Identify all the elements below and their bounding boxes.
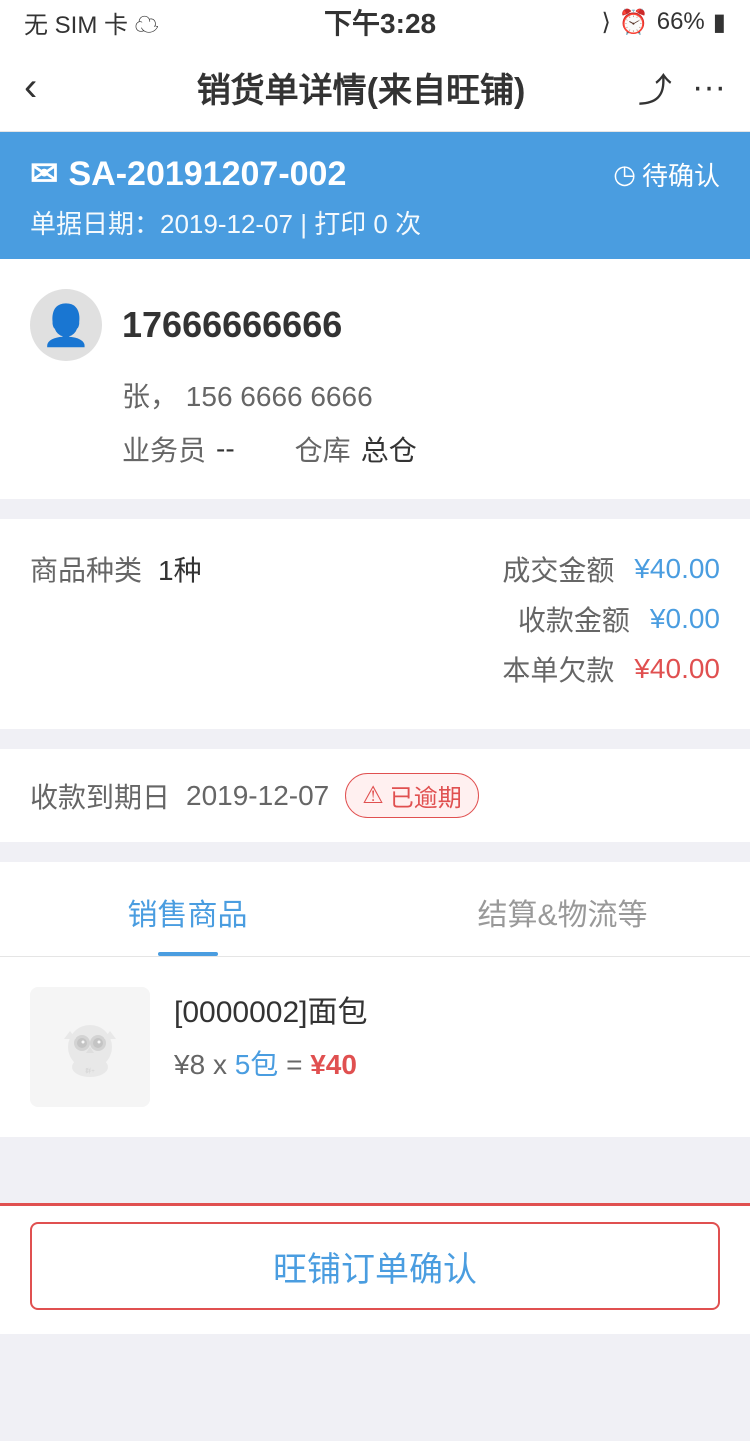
status-clock-icon: ◷	[613, 159, 636, 190]
customer-meta: 业务员 -- 仓库 总仓	[30, 429, 720, 469]
order-number-text: SA-20191207-002	[69, 155, 347, 194]
battery-indicator: 66%	[657, 8, 705, 36]
product-details: [0000002]面包 ¥8 x 5包 = ¥40	[174, 987, 720, 1083]
order-banner: ✉ SA-20191207-002 ◷ 待确认 单据日期：2019-12-07 …	[0, 132, 750, 259]
received-row: 收款金额 ¥0.00	[502, 599, 720, 639]
unit-price: ¥8	[174, 1049, 205, 1080]
sim-indicator: 无 SIM 卡 ☁	[24, 5, 159, 40]
tabs-container: 销售商品 结算&物流等	[0, 862, 750, 957]
status-bar: 无 SIM 卡 ☁ 下午3:28 ⟩ ⏰ 66% ▮	[0, 0, 750, 44]
product-type-label: 商品种类	[30, 549, 142, 589]
product-type-info: 商品种类 1种	[30, 549, 202, 589]
customer-name-phone: 张， 156 6666 6666	[30, 375, 720, 415]
back-button[interactable]: ‹	[24, 65, 84, 110]
salesman-info: 业务员 --	[122, 429, 235, 469]
product-image: 群+	[30, 987, 150, 1107]
tab-sales-products[interactable]: 销售商品	[0, 862, 375, 956]
total-price: ¥40	[310, 1049, 357, 1080]
customer-phone: 17666666666	[122, 304, 342, 346]
transaction-label: 成交金额	[502, 549, 614, 589]
nav-bar: ‹ 销货单详情(来自旺铺) ⤴ ···	[0, 44, 750, 132]
warehouse-value: 总仓	[361, 429, 417, 469]
confirm-button-wrapper: 旺铺订单确认	[0, 1203, 750, 1334]
warehouse-label: 仓库	[295, 429, 351, 469]
due-label: 本单欠款	[502, 649, 614, 689]
customer-contact-phone: 156 6666 6666	[186, 381, 373, 412]
transaction-value: ¥40.00	[634, 553, 720, 585]
quantity: 5包	[235, 1049, 279, 1080]
product-name: [0000002]面包	[174, 987, 720, 1031]
overdue-badge: ⚠ 已逾期	[345, 773, 479, 818]
nav-actions: ⤴ ···	[638, 63, 726, 112]
customer-name-text: 张	[122, 381, 150, 412]
more-button[interactable]: ···	[692, 68, 726, 107]
due-value: ¥40.00	[634, 653, 720, 685]
order-date: 单据日期：2019-12-07 | 打印 0 次	[30, 204, 720, 241]
received-label: 收款金额	[518, 599, 630, 639]
received-value: ¥0.00	[650, 603, 720, 635]
status-text: 待确认	[642, 156, 720, 193]
amount-card: 商品种类 1种 成交金额 ¥40.00 收款金额 ¥0.00 本单欠款 ¥40.…	[0, 519, 750, 729]
transaction-row: 成交金额 ¥40.00	[502, 549, 720, 589]
warehouse-info: 仓库 总仓	[295, 429, 417, 469]
tab-sales-products-label: 销售商品	[128, 899, 248, 932]
product-item: 群+ [0000002]面包 ¥8 x 5包 = ¥40	[0, 957, 750, 1137]
tab-settlement-label: 结算&物流等	[477, 899, 647, 932]
status-right: ⟩ ⏰ 66% ▮	[601, 8, 726, 37]
amount-details: 成交金额 ¥40.00 收款金额 ¥0.00 本单欠款 ¥40.00	[502, 549, 720, 699]
location-icon: ⟩	[601, 8, 610, 37]
multiply-sign: x	[213, 1049, 235, 1080]
status-left: 无 SIM 卡 ☁	[24, 5, 159, 40]
order-number: ✉ SA-20191207-002	[30, 154, 346, 194]
order-status: ◷ 待确认	[613, 156, 720, 193]
product-price-formula: ¥8 x 5包 = ¥40	[174, 1043, 720, 1083]
due-row: 本单欠款 ¥40.00	[502, 649, 720, 689]
salesman-label: 业务员	[122, 429, 206, 469]
share-button[interactable]: ⤴	[638, 63, 672, 112]
due-date-value: 2019-12-07	[186, 780, 329, 812]
due-date-label: 收款到期日	[30, 776, 170, 816]
battery-icon: ▮	[713, 8, 726, 37]
customer-card: 👤 17666666666 张， 156 6666 6666 业务员 -- 仓库…	[0, 259, 750, 499]
overdue-text: 已逾期	[390, 778, 462, 813]
page-title: 销货单详情(来自旺铺)	[197, 63, 526, 112]
avatar: 👤	[30, 289, 102, 361]
overdue-warning-icon: ⚠	[362, 781, 384, 810]
status-time: 下午3:28	[324, 2, 436, 42]
due-date-card: 收款到期日 2019-12-07 ⚠ 已逾期	[0, 749, 750, 842]
salesman-value: --	[216, 433, 235, 465]
user-icon: 👤	[41, 302, 91, 349]
alarm-icon: ⏰	[619, 8, 649, 37]
equals-sign: =	[286, 1049, 310, 1080]
order-icon: ✉	[30, 154, 59, 194]
svg-text:群+: 群+	[85, 1067, 95, 1075]
product-thumbnail: 群+	[50, 1017, 130, 1077]
confirm-button[interactable]: 旺铺订单确认	[30, 1222, 720, 1310]
tab-settlement[interactable]: 结算&物流等	[375, 862, 750, 956]
product-type-value: 1种	[158, 549, 202, 589]
